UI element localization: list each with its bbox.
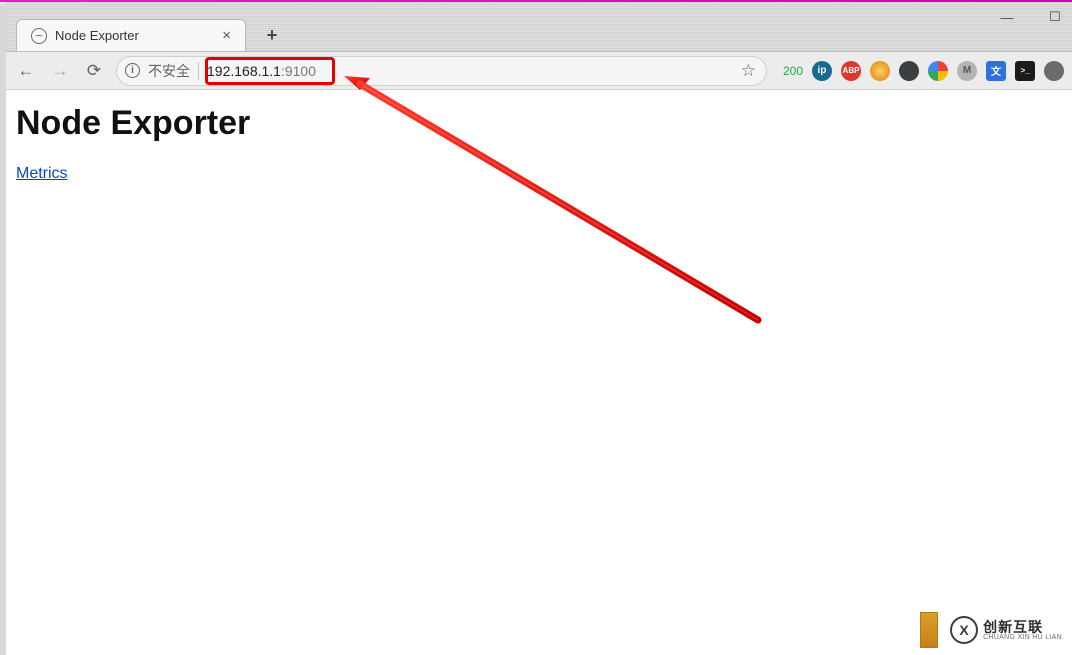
watermark-logo-letter: X xyxy=(950,616,978,644)
watermark-logo: X 创新互联 CHUANG XIN HU LIAN xyxy=(944,614,1068,646)
security-label: 不安全 xyxy=(148,61,190,81)
page-heading: Node Exporter xyxy=(16,104,1062,143)
tab-close-button[interactable]: × xyxy=(218,27,235,44)
translate-icon[interactable]: 文 xyxy=(986,61,1006,81)
extensions-area: 200 ip ABP M 文 >_ xyxy=(777,61,1064,81)
globe-icon xyxy=(31,28,47,44)
window-controls: — ☐ xyxy=(996,8,1066,26)
watermark-en: CHUANG XIN HU LIAN xyxy=(983,634,1062,641)
reload-button[interactable]: ⟳ xyxy=(82,59,106,83)
abp-icon[interactable]: ABP xyxy=(841,61,861,81)
watermark-cn: 创新互联 xyxy=(983,620,1062,634)
watermark: X 创新互联 CHUANG XIN HU LIAN xyxy=(920,612,1068,648)
toolbar: ← → ⟳ i 不安全 192.168.1.1:9100 ☆ 200 ip AB… xyxy=(6,52,1072,90)
fire-icon[interactable] xyxy=(870,61,890,81)
url-text: 192.168.1.1:9100 xyxy=(207,63,316,79)
page-content: Node Exporter Metrics xyxy=(6,90,1072,655)
m-icon[interactable]: M xyxy=(957,61,977,81)
address-bar[interactable]: i 不安全 192.168.1.1:9100 ☆ xyxy=(116,56,767,86)
google-icon[interactable] xyxy=(928,61,948,81)
watermark-box-icon xyxy=(920,612,938,648)
divider xyxy=(198,62,199,80)
back-button[interactable]: ← xyxy=(14,59,38,83)
metrics-link[interactable]: Metrics xyxy=(16,165,68,182)
url-port: :9100 xyxy=(281,63,316,79)
http-status-badge: 200 xyxy=(783,64,803,78)
info-icon[interactable]: i xyxy=(125,63,140,78)
misc-icon[interactable] xyxy=(1044,61,1064,81)
browser-window: — ☐ Node Exporter × + ← → ⟳ i 不安全 192.16… xyxy=(6,2,1072,655)
maximize-button[interactable]: ☐ xyxy=(1044,8,1066,26)
browser-tab[interactable]: Node Exporter × xyxy=(16,19,246,51)
url-host: 192.168.1.1 xyxy=(207,63,281,79)
forward-button[interactable]: → xyxy=(48,59,72,83)
window-top-border xyxy=(0,0,1072,2)
tab-strip: Node Exporter × + xyxy=(16,19,286,51)
terminal-icon[interactable]: >_ xyxy=(1015,61,1035,81)
bookmark-star-icon[interactable]: ☆ xyxy=(741,61,756,81)
minimize-button[interactable]: — xyxy=(996,8,1018,26)
ip-icon[interactable]: ip xyxy=(812,61,832,81)
new-tab-button[interactable]: + xyxy=(258,21,286,49)
title-bar: — ☐ Node Exporter × + xyxy=(6,2,1072,52)
net-icon[interactable] xyxy=(899,61,919,81)
tab-title: Node Exporter xyxy=(55,28,210,43)
